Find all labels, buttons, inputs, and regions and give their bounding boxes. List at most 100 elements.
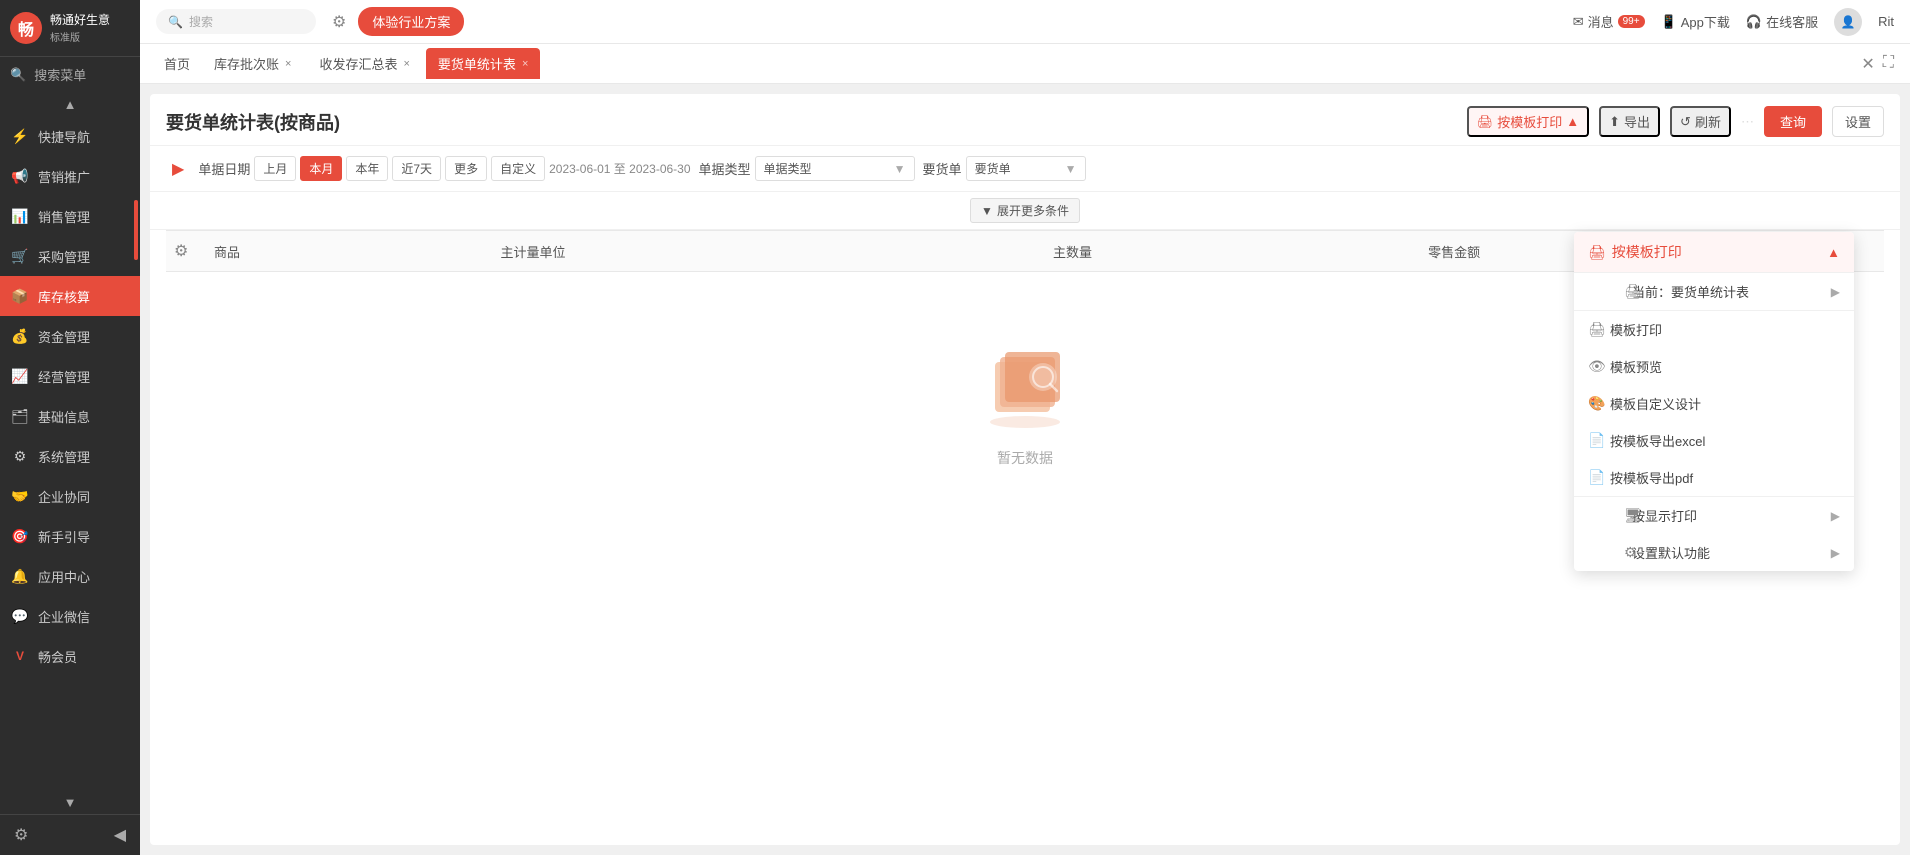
- sales-icon: 📊: [10, 206, 30, 226]
- sidebar-item-label: 销售管理: [38, 207, 90, 226]
- chevron-down-icon: ▼: [894, 162, 906, 176]
- sidebar-item-weapp[interactable]: 💬 企业微信: [0, 596, 140, 636]
- sidebar-item-member[interactable]: V 畅会员: [0, 636, 140, 676]
- dropdown-export-pdf[interactable]: 📄 按模板导出pdf: [1574, 459, 1854, 496]
- sidebar-item-label: 企业微信: [38, 607, 90, 626]
- sidebar-item-operations[interactable]: 📈 经营管理: [0, 356, 140, 396]
- settings-icon[interactable]: ⚙: [14, 825, 28, 845]
- type-dropdown[interactable]: 单据类型 ▼: [755, 156, 915, 181]
- print-header-icon: 🖨: [1588, 244, 1606, 261]
- date-filter-group: 单据日期 上月 本月 本年 近7天 更多 自定义 2023-06-01 至 20…: [198, 156, 690, 181]
- tab-batch-account[interactable]: 库存批次账 ×: [202, 48, 303, 79]
- refresh-button[interactable]: ↺ 刷新: [1670, 106, 1731, 137]
- app-download-button[interactable]: 📱 App下载: [1661, 12, 1730, 31]
- sidebar-item-inventory[interactable]: 📦 库存核算: [0, 276, 140, 316]
- settings-button[interactable]: 设置: [1832, 106, 1884, 137]
- inventory-icon: 📦: [10, 286, 30, 306]
- type-dropdown-value: 单据类型: [764, 160, 812, 177]
- export-icon: ⬆: [1609, 114, 1620, 130]
- sidebar-scroll-up[interactable]: ▲: [0, 92, 140, 116]
- table-gear-icon[interactable]: ⚙: [174, 243, 188, 260]
- sidebar-search-label: 搜索菜单: [34, 65, 86, 84]
- dropdown-collapse-icon[interactable]: ▲: [1827, 245, 1840, 260]
- curr-year-btn[interactable]: 本年: [346, 156, 388, 181]
- table-product-col: 商品: [206, 231, 493, 272]
- custom-btn[interactable]: 自定义: [491, 156, 545, 181]
- appstore-icon: 🔔: [10, 566, 30, 586]
- default-func-label: 设置默认功能: [1632, 543, 1710, 562]
- sidebar-scroll-down[interactable]: ▼: [0, 790, 140, 814]
- dropdown-template-print[interactable]: 🖨 模板打印: [1574, 311, 1854, 348]
- filter-bar: ▶ 单据日期 上月 本月 本年 近7天 更多 自定义 2023-06-01 至 …: [150, 146, 1900, 192]
- design-icon: 🎨: [1588, 395, 1605, 412]
- dropdown-template-design[interactable]: 🎨 模板自定义设计: [1574, 385, 1854, 422]
- 7days-btn[interactable]: 近7天: [392, 156, 441, 181]
- sidebar-item-purchase[interactable]: 🛒 采购管理: [0, 236, 140, 276]
- sidebar: 畅 畅通好生意 标准版 🔍 搜索菜单 ▲ ⚡ 快捷导航 📢 营销推广 📊 销售管…: [0, 0, 140, 855]
- tab-receipt-summary[interactable]: 收发存汇总表 ×: [307, 48, 421, 79]
- scroll-indicator: [134, 200, 138, 260]
- type-filter-group: 单据类型 单据类型 ▼: [699, 156, 915, 181]
- operations-icon: 📈: [10, 366, 30, 386]
- prev-month-btn[interactable]: 上月: [254, 156, 296, 181]
- export-pdf-label: 按模板导出pdf: [1610, 468, 1693, 487]
- dropdown-default-func[interactable]: ⚙ 设置默认功能 ▶: [1574, 534, 1854, 571]
- more-btn[interactable]: 更多: [445, 156, 487, 181]
- sidebar-search[interactable]: 🔍 搜索菜单: [0, 57, 140, 92]
- tab-close-order-stat[interactable]: ×: [522, 58, 528, 70]
- tab-close-receipt-summary[interactable]: ×: [403, 58, 409, 70]
- dropdown-template-preview[interactable]: 👁 模板预览: [1574, 348, 1854, 385]
- template-print-button[interactable]: 🖨 按模板打印 ▲: [1467, 106, 1589, 137]
- dropdown-display-print[interactable]: 🖥 按显示打印 ▶: [1574, 497, 1854, 534]
- date-filter-label: 单据日期: [198, 159, 250, 178]
- sidebar-item-system[interactable]: ⚙ 系统管理: [0, 436, 140, 476]
- expand-window-icon[interactable]: ⛶: [1883, 54, 1894, 74]
- sidebar-item-finance[interactable]: 💰 资金管理: [0, 316, 140, 356]
- collapse-icon[interactable]: ◀: [114, 825, 126, 845]
- dropdown-current-item[interactable]: 🖨 当前：要货单统计表 ▶: [1574, 273, 1854, 310]
- avatar[interactable]: 👤: [1834, 8, 1862, 36]
- logo-sub: 标准版: [50, 29, 110, 44]
- tab-close-batch-account[interactable]: ×: [285, 58, 291, 70]
- sidebar-item-enterprise[interactable]: 🤝 企业协同: [0, 476, 140, 516]
- dropdown-export-excel[interactable]: 📄 按模板导出excel: [1574, 422, 1854, 459]
- chevron-right-icon: ▶: [1831, 546, 1840, 560]
- export-excel-label: 按模板导出excel: [1610, 431, 1705, 450]
- tab-home[interactable]: 首页: [156, 48, 198, 79]
- app-download-label: App下载: [1681, 12, 1730, 31]
- message-button[interactable]: ✉ 消息 99+: [1573, 12, 1645, 31]
- guide-icon: 🎯: [10, 526, 30, 546]
- header-search[interactable]: 🔍 搜索: [156, 9, 316, 34]
- curr-month-btn[interactable]: 本月: [300, 156, 342, 181]
- table-quantity-col: 主数量: [1045, 231, 1420, 272]
- table-settings-col: ⚙: [166, 231, 206, 272]
- close-window-icon[interactable]: ✕: [1861, 54, 1874, 74]
- print-icon: 🖨: [1588, 321, 1606, 338]
- sidebar-item-shortcut[interactable]: ⚡ 快捷导航: [0, 116, 140, 156]
- sidebar-item-label: 系统管理: [38, 447, 90, 466]
- chevron-right-icon: ▶: [1831, 285, 1840, 299]
- export-button[interactable]: ⬆ 导出: [1599, 106, 1660, 137]
- order-type-dropdown[interactable]: 要货单 ▼: [966, 156, 1086, 181]
- filter-expand-button[interactable]: ▶: [166, 157, 190, 181]
- sidebar-nav: ⚡ 快捷导航 📢 营销推广 📊 销售管理 🛒 采购管理 📦 库存核算 💰 资金管…: [0, 116, 140, 790]
- online-support-button[interactable]: 🎧 在线客服: [1746, 12, 1818, 31]
- sidebar-item-sales[interactable]: 📊 销售管理: [0, 196, 140, 236]
- gear-icon[interactable]: ⚙: [332, 12, 346, 32]
- sidebar-item-basic[interactable]: 🗂 基础信息: [0, 396, 140, 436]
- header: 🔍 搜索 ⚙ 体验行业方案 ✉ 消息 99+ 📱 App下载 🎧 在线客服 👤 …: [140, 0, 1910, 44]
- tab-order-stat[interactable]: 要货单统计表 ×: [426, 48, 540, 79]
- logo-text: 畅通好生意: [50, 12, 110, 29]
- message-icon: ✉: [1573, 14, 1584, 30]
- trial-button[interactable]: 体验行业方案: [358, 7, 464, 36]
- basic-icon: 🗂: [10, 406, 30, 426]
- expand-more-button[interactable]: ▼ 展开更多条件: [970, 198, 1080, 223]
- sidebar-item-appstore[interactable]: 🔔 应用中心: [0, 556, 140, 596]
- sidebar-item-guide[interactable]: 🎯 新手引导: [0, 516, 140, 556]
- online-support-label: 在线客服: [1766, 12, 1818, 31]
- sidebar-item-label: 畅会员: [38, 647, 77, 666]
- query-button[interactable]: 查询: [1764, 106, 1822, 137]
- page-content: 要货单统计表(按商品) 🖨 按模板打印 ▲ ⬆ 导出 ↺ 刷新: [140, 84, 1910, 855]
- tabs-bar: 首页 库存批次账 × 收发存汇总表 × 要货单统计表 × ✕ ⛶: [140, 44, 1910, 84]
- sidebar-item-marketing[interactable]: 📢 营销推广: [0, 156, 140, 196]
